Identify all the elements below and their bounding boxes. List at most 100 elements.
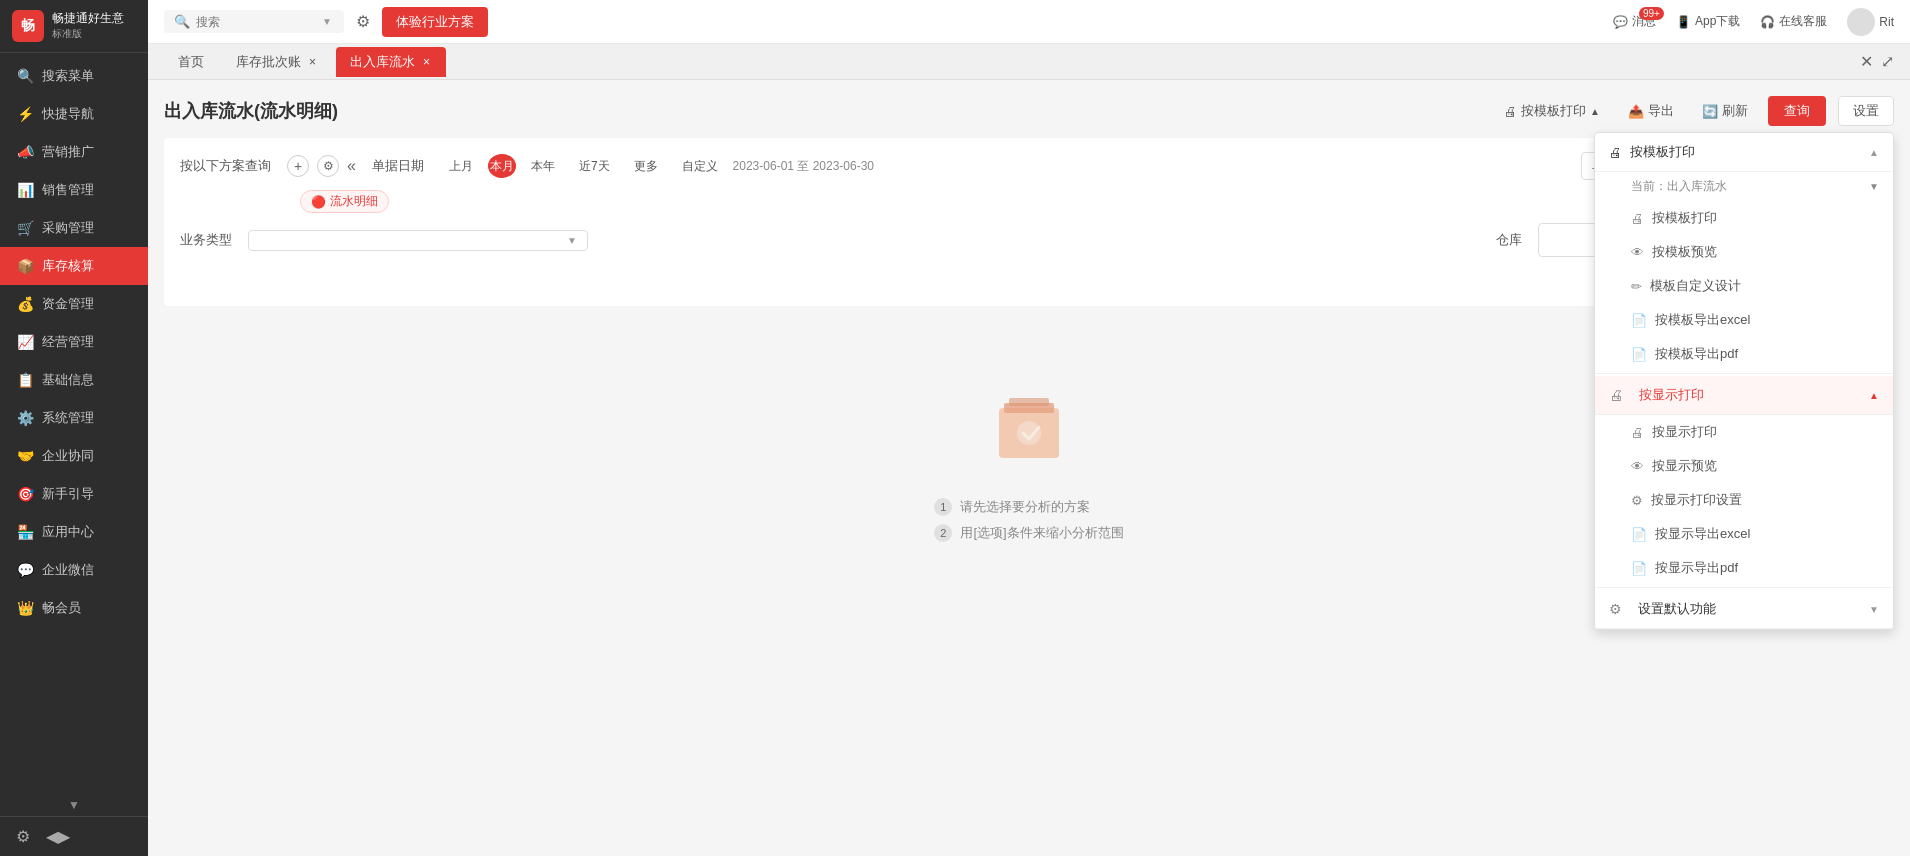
sidebar-item-member[interactable]: 👑 畅会员 — [0, 589, 148, 627]
template-print-item[interactable]: 🖨 按模板打印 — [1595, 201, 1893, 235]
marketing-icon: 📣 — [16, 143, 34, 161]
business-type-arrow: ▼ — [567, 235, 577, 246]
app-info: 畅捷通好生意 标准版 — [52, 11, 124, 41]
app-download-button[interactable]: 📱 App下载 — [1676, 13, 1740, 30]
display-pdf-item[interactable]: 📄 按显示导出pdf — [1595, 551, 1893, 585]
app-download-icon: 📱 — [1676, 15, 1691, 29]
sidebar-item-wechat[interactable]: 💬 企业微信 — [0, 551, 148, 589]
sidebar-item-enterprise[interactable]: 🤝 企业协同 — [0, 437, 148, 475]
template-excel-item[interactable]: 📄 按模板导出excel — [1595, 303, 1893, 337]
collapse-sidebar-icon[interactable]: ◀▶ — [46, 827, 70, 846]
default-settings-section-header[interactable]: ⚙ 设置默认功能 ▼ — [1595, 590, 1893, 629]
message-icon: 💬 — [1613, 15, 1628, 29]
current-year-btn[interactable]: 本年 — [522, 154, 564, 179]
display-pdf-label: 按显示导出pdf — [1655, 559, 1738, 577]
filter-gear-button[interactable]: ⚙ — [317, 155, 339, 177]
template-preview-item[interactable]: 👁 按模板预览 — [1595, 235, 1893, 269]
sidebar-item-operations[interactable]: 📈 经营管理 — [0, 323, 148, 361]
window-expand-button[interactable]: ⤢ — [1881, 52, 1894, 71]
template-pdf-item[interactable]: 📄 按模板导出pdf — [1595, 337, 1893, 371]
display-excel-label: 按显示导出excel — [1655, 525, 1750, 543]
prev-month-btn[interactable]: 上月 — [440, 154, 482, 179]
last-7days-btn[interactable]: 近7天 — [570, 154, 619, 179]
business-type-field[interactable]: ▼ — [248, 230, 588, 251]
refresh-button[interactable]: 🔄 刷新 — [1694, 98, 1756, 124]
template-excel-label: 按模板导出excel — [1655, 311, 1750, 329]
filter-action-buttons: + ⚙ « — [287, 155, 356, 177]
tab-batch[interactable]: 库存批次账 × — [222, 47, 332, 77]
display-section-arrow: ▲ — [1869, 390, 1879, 401]
sidebar-header: 畅 畅捷通好生意 标准版 — [0, 0, 148, 53]
template-custom-item[interactable]: ✏ 模板自定义设计 — [1595, 269, 1893, 303]
sidebar-item-search[interactable]: 🔍 搜索菜单 — [0, 57, 148, 95]
sidebar-footer: ⚙ ◀▶ — [0, 816, 148, 856]
custom-date-btn[interactable]: 自定义 — [673, 154, 727, 179]
sidebar-item-quick-nav[interactable]: ⚡ 快捷导航 — [0, 95, 148, 133]
tab-flow[interactable]: 出入库流水 × — [336, 47, 446, 77]
app-center-icon: 🏪 — [16, 523, 34, 541]
template-print-item-icon: 🖨 — [1631, 211, 1644, 226]
message-button[interactable]: 💬 消息 99+ — [1613, 13, 1656, 30]
business-type-label: 业务类型 — [180, 231, 232, 249]
template-preview-label: 按模板预览 — [1652, 243, 1717, 261]
customer-service-button[interactable]: 🎧 在线客服 — [1760, 13, 1827, 30]
sidebar-item-inventory[interactable]: 📦 库存核算 — [0, 247, 148, 285]
print-button[interactable]: 🖨 按模板打印 ▲ — [1496, 98, 1608, 124]
divider-1 — [1595, 373, 1893, 374]
sidebar-item-sales[interactable]: 📊 销售管理 — [0, 171, 148, 209]
current-month-btn[interactable]: 本月 — [488, 154, 516, 178]
more-date-btn[interactable]: 更多 — [625, 154, 667, 179]
message-badge: 99+ — [1639, 7, 1664, 20]
display-print-item[interactable]: 🖨 按显示打印 — [1595, 415, 1893, 449]
print-label: 按模板打印 — [1521, 102, 1586, 120]
industry-solution-button[interactable]: 体验行业方案 — [382, 7, 488, 37]
display-excel-item[interactable]: 📄 按显示导出excel — [1595, 517, 1893, 551]
sidebar-item-basic[interactable]: 📋 基础信息 — [0, 361, 148, 399]
export-button[interactable]: 📤 导出 — [1620, 98, 1682, 124]
refresh-icon: 🔄 — [1702, 104, 1718, 119]
sidebar-item-finance[interactable]: 💰 资金管理 — [0, 285, 148, 323]
display-pdf-icon: 📄 — [1631, 561, 1647, 576]
tab-home[interactable]: 首页 — [164, 47, 218, 77]
settings-button[interactable]: 设置 — [1838, 96, 1894, 126]
page-header: 出入库流水(流水明细) 🖨 按模板打印 ▲ 📤 导出 🔄 刷新 查询 设置 — [164, 96, 1894, 126]
template-section-arrow: ▲ — [1869, 147, 1879, 158]
display-print-section-header[interactable]: 🖨 按显示打印 ▲ — [1595, 376, 1893, 415]
tab-batch-close[interactable]: × — [307, 55, 318, 69]
search-input[interactable] — [196, 15, 316, 29]
window-close-button[interactable]: ✕ — [1860, 52, 1873, 71]
sidebar-item-system[interactable]: ⚙️ 系统管理 — [0, 399, 148, 437]
settings-footer-icon[interactable]: ⚙ — [16, 827, 30, 846]
sidebar-nav: 🔍 搜索菜单 ⚡ 快捷导航 📣 营销推广 📊 销售管理 🛒 采购管理 📦 库存核… — [0, 53, 148, 794]
template-print-header-left: 🖨 按模板打印 — [1609, 143, 1695, 161]
template-excel-icon: 📄 — [1631, 313, 1647, 328]
step-1-text: 请先选择要分析的方案 — [960, 498, 1090, 516]
export-label: 导出 — [1648, 102, 1674, 120]
search-box[interactable]: 🔍 ▼ — [164, 10, 344, 33]
sidebar-item-purchase[interactable]: 🛒 采购管理 — [0, 209, 148, 247]
display-preview-item[interactable]: 👁 按显示预览 — [1595, 449, 1893, 483]
page-title: 出入库流水(流水明细) — [164, 99, 338, 123]
empty-steps: 1 请先选择要分析的方案 2 用[选项]条件来缩小分析范围 — [934, 498, 1123, 542]
sidebar-item-guide[interactable]: 🎯 新手引导 — [0, 475, 148, 513]
export-icon: 📤 — [1628, 104, 1644, 119]
filter-add-button[interactable]: + — [287, 155, 309, 177]
template-print-section-header[interactable]: 🖨 按模板打印 ▲ — [1595, 133, 1893, 172]
current-template-label: 当前：出入库流水 — [1631, 178, 1727, 195]
scroll-down-indicator: ▼ — [0, 794, 148, 816]
filter-collapse-button[interactable]: « — [347, 157, 356, 175]
query-button[interactable]: 查询 — [1768, 96, 1826, 126]
display-settings-item[interactable]: ⚙ 按显示打印设置 — [1595, 483, 1893, 517]
warehouse-label: 仓库 — [1496, 231, 1522, 249]
default-settings-icon: ⚙ — [1609, 601, 1622, 617]
scroll-down-button[interactable]: ▼ — [68, 798, 80, 812]
settings-gear-icon[interactable]: ⚙ — [356, 12, 370, 31]
tab-flow-close[interactable]: × — [421, 55, 432, 69]
app-title: 畅捷通好生意 — [52, 11, 124, 27]
sidebar-item-app-center[interactable]: 🏪 应用中心 — [0, 513, 148, 551]
search-icon: 🔍 — [174, 14, 190, 29]
tab-bar: 首页 库存批次账 × 出入库流水 × ✕ ⤢ — [148, 44, 1910, 80]
print-dropdown-panel: 🖨 按模板打印 ▲ 当前：出入库流水 ▼ 🖨 按模板打印 👁 — [1594, 132, 1894, 630]
user-account[interactable]: Rit — [1847, 8, 1894, 36]
sidebar-item-marketing[interactable]: 📣 营销推广 — [0, 133, 148, 171]
